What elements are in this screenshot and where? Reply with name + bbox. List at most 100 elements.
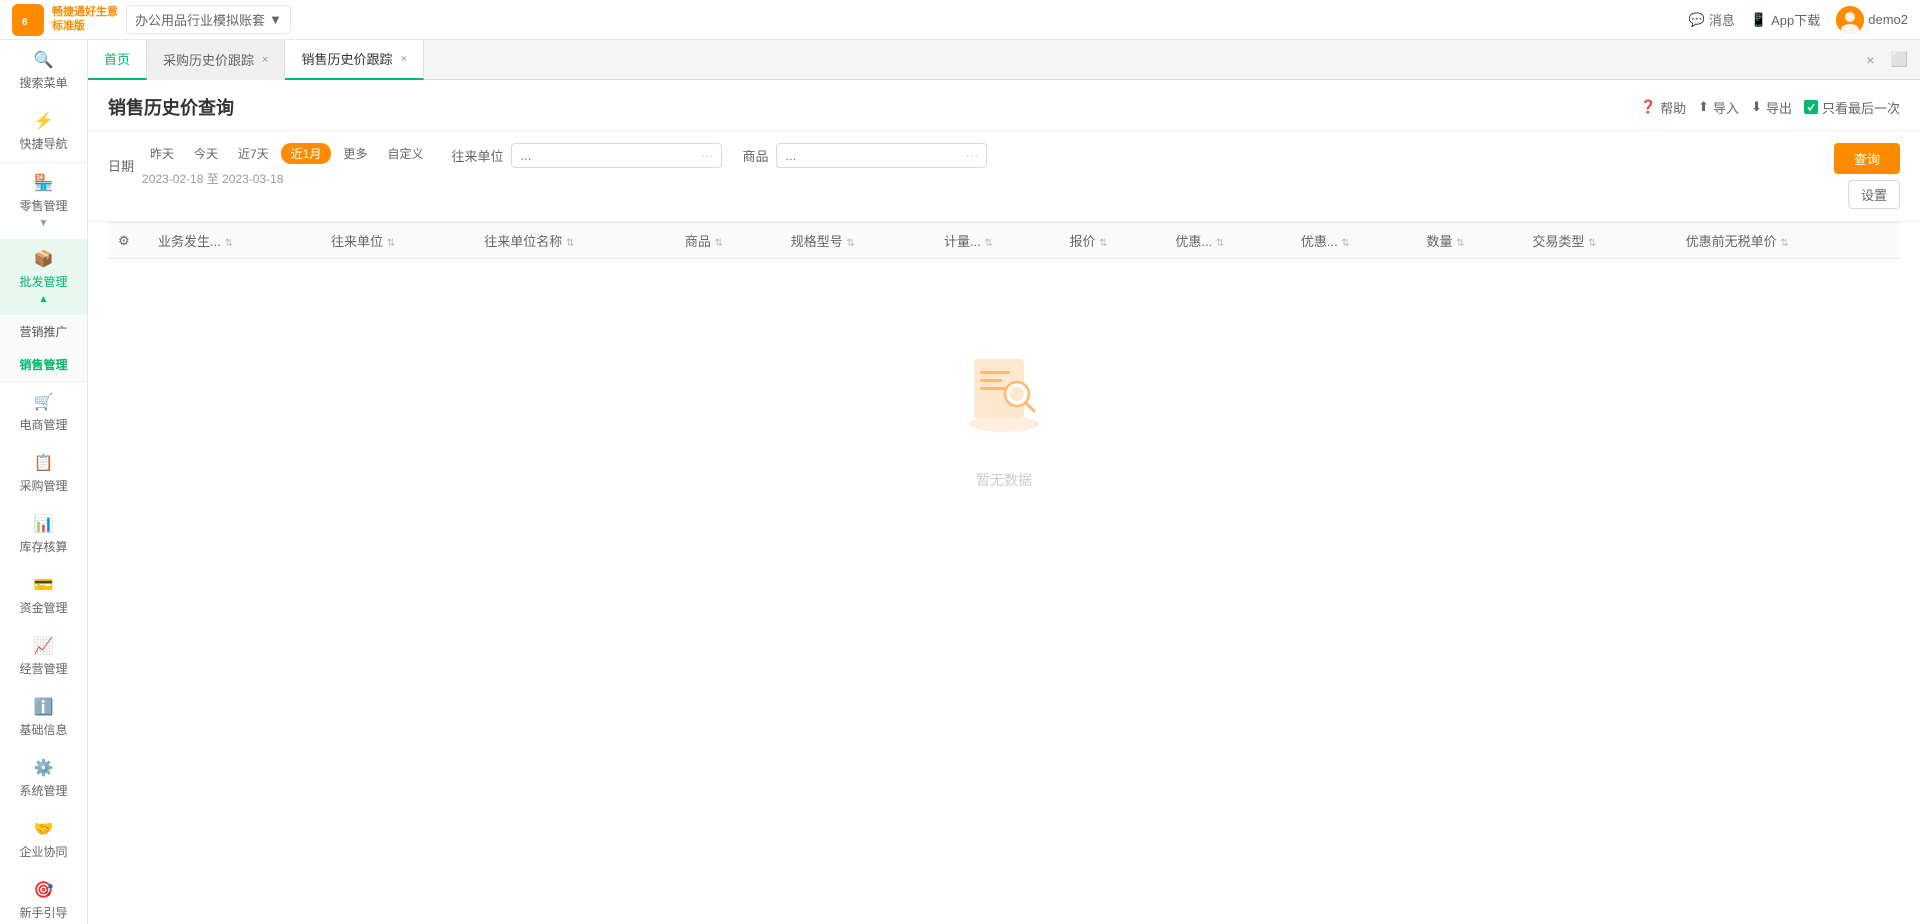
import-btn[interactable]: ⬆ 导入 [1698, 98, 1739, 117]
import-icon: ⬆ [1698, 99, 1709, 115]
only-last-checkbox-wrapper[interactable]: 只看最后一次 [1804, 98, 1900, 117]
partner-filter-group: 往来单位 ··· [451, 143, 722, 168]
quick-nav-icon: ⚡ [34, 111, 54, 131]
sort-price-icon: ⇅ [1099, 238, 1107, 249]
sidebar: 🔍 搜索菜单 ⚡ 快捷导航 🏪 零售管理 ▼ 📦 批发管理 ▲ 营销推广 销售管… [0, 40, 88, 924]
help-icon: ❓ [1640, 99, 1656, 115]
th-goods[interactable]: 商品 ⇅ [675, 223, 781, 259]
sort-partner-icon: ⇅ [387, 238, 395, 249]
basic-icon: ℹ️ [34, 697, 54, 717]
sidebar-item-finance[interactable]: 💳 资金管理 [0, 565, 87, 626]
checkbox-checked-icon [1804, 100, 1818, 114]
empty-illustration [954, 339, 1054, 458]
svg-text:6: 6 [22, 17, 28, 28]
sort-biz-date-icon: ⇅ [224, 238, 232, 249]
partner-input-field[interactable] [520, 148, 700, 163]
sidebar-item-purchase[interactable]: 📋 采购管理 [0, 443, 87, 504]
system-icon: ⚙️ [34, 758, 54, 778]
close-all-tabs-btn[interactable]: × [1862, 48, 1878, 72]
sort-trade-type-icon: ⇅ [1588, 238, 1596, 249]
message-btn[interactable]: 💬 消息 [1689, 10, 1735, 29]
sidebar-item-system[interactable]: ⚙️ 系统管理 [0, 748, 87, 809]
sort-goods-icon: ⇅ [715, 238, 723, 249]
goods-filter-input[interactable]: ··· [776, 143, 987, 168]
th-price[interactable]: 报价 ⇅ [1060, 223, 1166, 259]
th-unit[interactable]: 计量... ⇅ [934, 223, 1060, 259]
th-trade-type[interactable]: 交易类型 ⇅ [1522, 223, 1675, 259]
th-discount1[interactable]: 优惠... ⇅ [1165, 223, 1291, 259]
sidebar-item-operations[interactable]: 📈 经营管理 [0, 626, 87, 687]
content-area: 首页 采购历史价跟踪 × 销售历史价跟踪 × × ⬜ 销售历史价查询 [88, 40, 1920, 924]
tab-purchase-history[interactable]: 采购历史价跟踪 × [147, 40, 285, 80]
sidebar-item-sales[interactable]: 销售管理 [0, 348, 87, 381]
maximize-btn[interactable]: ⬜ [1887, 47, 1912, 72]
goods-input-field[interactable] [785, 148, 965, 163]
top-bar-right: 💬 消息 📱 App下载 demo2 [1689, 6, 1908, 34]
sidebar-item-inventory[interactable]: 📊 库存核算 [0, 504, 87, 565]
th-partner-name[interactable]: 往来单位名称 ⇅ [474, 223, 675, 259]
export-btn[interactable]: ⬇ 导出 [1751, 98, 1792, 117]
partner-filter-label: 往来单位 [451, 146, 503, 165]
sidebar-item-search-menu[interactable]: 🔍 搜索菜单 [0, 40, 87, 101]
sidebar-item-marketing[interactable]: 营销推广 [0, 315, 87, 348]
sidebar-item-basic[interactable]: ℹ️ 基础信息 [0, 687, 87, 748]
top-bar: 6 畅捷通好生意 标准版 办公用品行业模拟账套 ▼ 💬 消息 📱 App下载 [0, 0, 1920, 40]
sidebar-item-ecommerce[interactable]: 🛒 电商管理 [0, 381, 87, 443]
date-tab-more[interactable]: 更多 [335, 143, 375, 164]
tab-sales-label: 销售历史价跟踪 [301, 49, 392, 68]
sidebar-item-quick-nav[interactable]: ⚡ 快捷导航 [0, 101, 87, 162]
settings-button[interactable]: 设置 [1848, 180, 1900, 209]
arrow-down-icon: ▼ [39, 218, 49, 229]
purchase-icon: 📋 [34, 453, 54, 473]
sidebar-item-wholesale[interactable]: 📦 批发管理 ▲ [0, 239, 87, 315]
date-tab-today[interactable]: 今天 [186, 143, 226, 164]
sidebar-item-guide[interactable]: 🎯 新手引导 [0, 870, 87, 924]
query-button[interactable]: 查询 [1834, 143, 1900, 174]
th-spec[interactable]: 规格型号 ⇅ [781, 223, 934, 259]
tab-bar: 首页 采购历史价跟踪 × 销售历史价跟踪 × × ⬜ [88, 40, 1920, 80]
sort-discount1-icon: ⇅ [1216, 238, 1224, 249]
guide-icon: 🎯 [34, 880, 54, 900]
empty-text: 暂无数据 [976, 470, 1032, 490]
filter-row: 日期 昨天 今天 近7天 近1月 更多 自定义 2023-02-18 至 202… [108, 143, 1900, 209]
date-tab-last1month[interactable]: 近1月 [281, 143, 332, 164]
date-filter-col: 昨天 今天 近7天 近1月 更多 自定义 2023-02-18 至 2023-0… [142, 143, 431, 187]
wholesale-icon: 📦 [34, 249, 54, 269]
mobile-icon: 📱 [1751, 12, 1767, 28]
date-tab-custom[interactable]: 自定义 [379, 143, 431, 164]
th-biz-date[interactable]: 业务发生... ⇅ [148, 223, 321, 259]
arrow-up-icon: ▲ [39, 294, 49, 305]
inventory-icon: 📊 [34, 514, 54, 534]
tab-sales-close[interactable]: × [400, 53, 406, 65]
date-range-display: 2023-02-18 至 2023-03-18 [142, 170, 431, 187]
help-btn[interactable]: ❓ 帮助 [1640, 98, 1686, 117]
page-title: 销售历史价查询 [108, 94, 234, 120]
app-selector[interactable]: 办公用品行业模拟账套 ▼ [126, 5, 291, 34]
th-partner[interactable]: 往来单位 ⇅ [321, 223, 474, 259]
tab-purchase-label: 采购历史价跟踪 [163, 50, 254, 69]
tab-purchase-close[interactable]: × [262, 54, 268, 66]
operations-icon: 📈 [34, 636, 54, 656]
sidebar-item-retail[interactable]: 🏪 零售管理 ▼ [0, 162, 87, 239]
sidebar-item-cooperation[interactable]: 🤝 企业协同 [0, 809, 87, 870]
th-discount2[interactable]: 优惠... ⇅ [1291, 223, 1417, 259]
cooperation-icon: 🤝 [34, 819, 54, 839]
partner-dots: ··· [700, 148, 713, 163]
tab-home-label: 首页 [104, 49, 130, 68]
sort-unit-icon: ⇅ [984, 238, 992, 249]
app-download-btn[interactable]: 📱 App下载 [1751, 10, 1820, 29]
export-icon: ⬇ [1751, 99, 1762, 115]
user-avatar[interactable]: demo2 [1836, 6, 1908, 34]
date-tab-last7[interactable]: 近7天 [230, 143, 277, 164]
date-tab-yesterday[interactable]: 昨天 [142, 143, 182, 164]
sort-discount2-icon: ⇅ [1341, 238, 1349, 249]
gear-icon[interactable]: ⚙ [118, 233, 130, 248]
tab-home[interactable]: 首页 [88, 40, 147, 80]
page-content: 销售历史价查询 ❓ 帮助 ⬆ 导入 ⬇ 导出 [88, 80, 1920, 924]
only-last-label: 只看最后一次 [1822, 98, 1900, 117]
th-no-tax-price[interactable]: 优惠前无税单价 ⇅ [1676, 223, 1900, 259]
page-header-actions: ❓ 帮助 ⬆ 导入 ⬇ 导出 只看最后一次 [1640, 98, 1900, 117]
th-qty[interactable]: 数量 ⇅ [1417, 223, 1523, 259]
partner-filter-input[interactable]: ··· [511, 143, 722, 168]
tab-sales-history[interactable]: 销售历史价跟踪 × [285, 40, 423, 80]
